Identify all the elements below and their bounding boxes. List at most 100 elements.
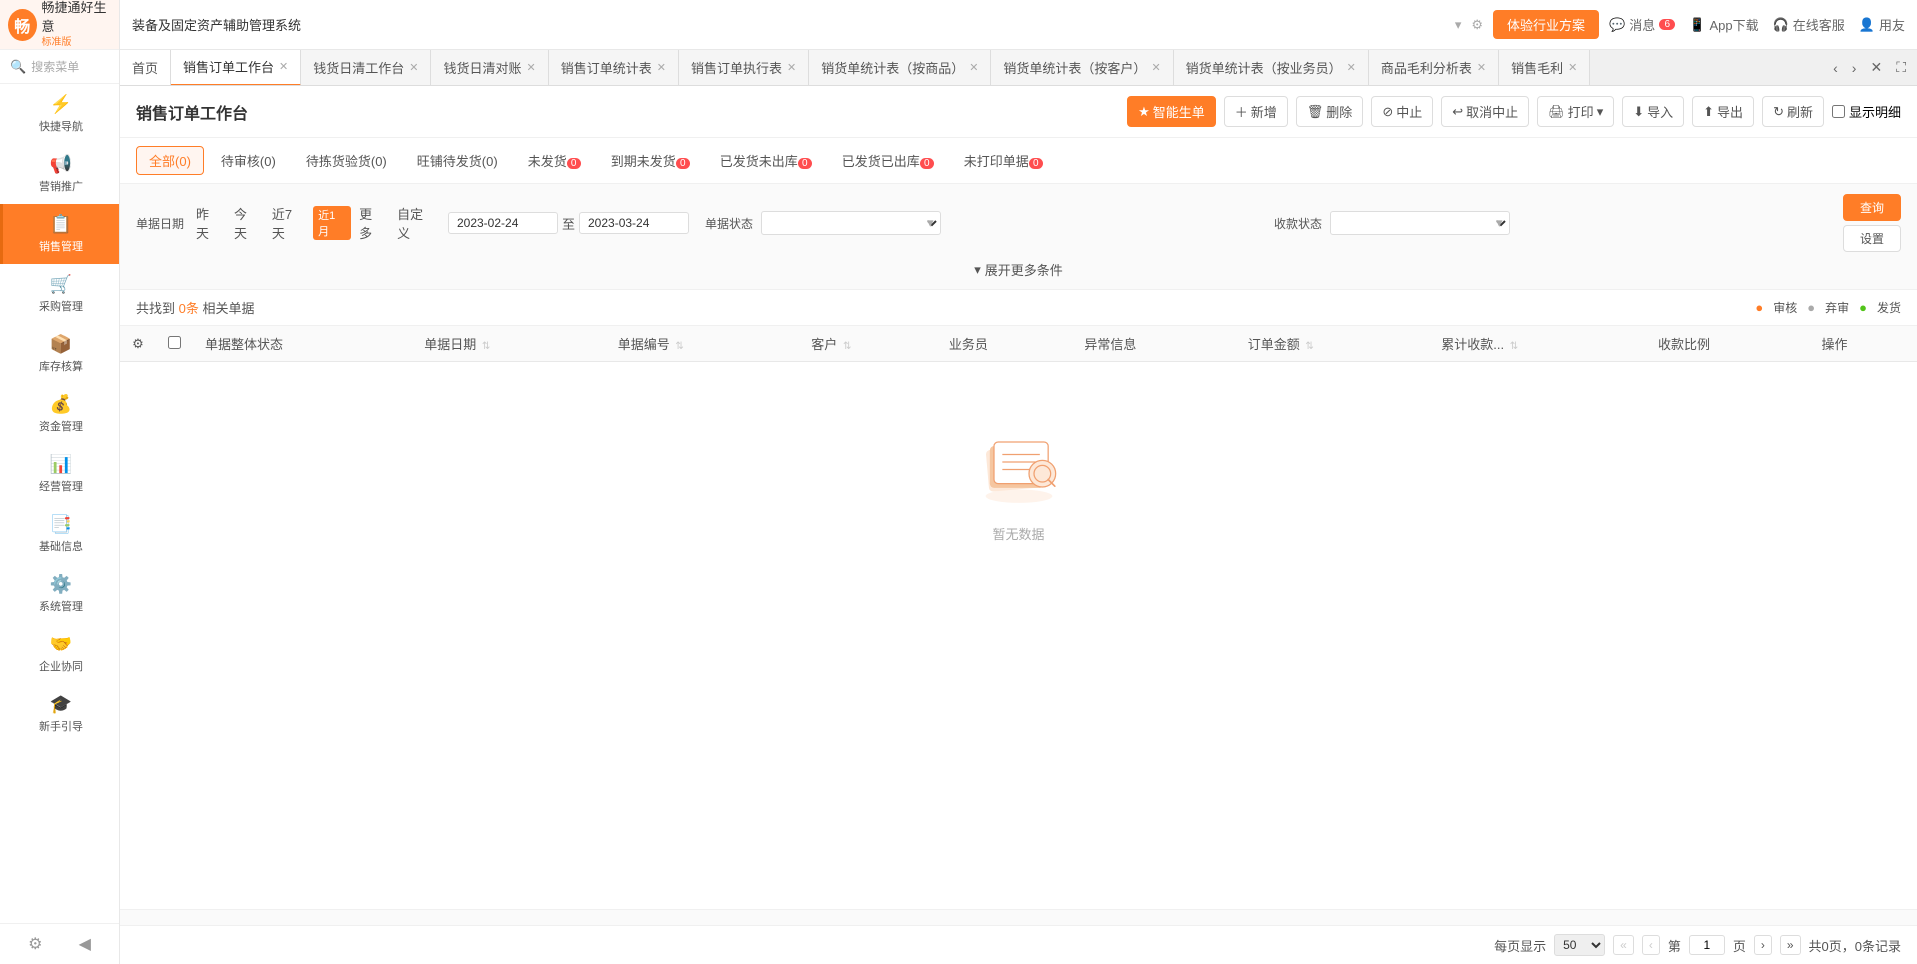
filter-tab-wangpu[interactable]: 旺铺待发货(0) <box>404 146 511 175</box>
yesterday-btn[interactable]: 昨天 <box>192 202 226 244</box>
filter-tab-overdue[interactable]: 到期未发货0 <box>598 146 703 175</box>
col-collected[interactable]: 累计收款... ⇅ <box>1429 326 1646 362</box>
col-amount[interactable]: 订单金额 ⇅ <box>1236 326 1430 362</box>
add-button[interactable]: ＋ 新增 <box>1224 96 1288 127</box>
last7-btn[interactable]: 近7天 <box>268 202 309 244</box>
tab-cash-reconcile[interactable]: 钱货日清对账 ✕ <box>431 50 548 86</box>
sidebar-item-operations[interactable]: 📊 经营管理 <box>0 444 119 504</box>
sidebar-item-marketing[interactable]: 📢 营销推广 <box>0 144 119 204</box>
tab-sales-workbench[interactable]: 销售订单工作台 ✕ <box>171 50 301 86</box>
app-download-action[interactable]: 📱 App下载 <box>1689 15 1758 34</box>
filter-tab-pending-inspection[interactable]: 待拣货验货(0) <box>293 146 400 175</box>
last-page-btn[interactable]: » <box>1780 935 1801 955</box>
tab-close-sales-stats[interactable]: ✕ <box>657 61 666 74</box>
tab-sales-stats[interactable]: 销售订单统计表 ✕ <box>549 50 679 86</box>
custom-date-btn[interactable]: 自定义 <box>393 202 440 244</box>
show-detail-checkbox[interactable] <box>1832 105 1845 118</box>
customer-sort-icon[interactable]: ⇅ <box>843 341 851 352</box>
collapse-btn[interactable]: ◀ <box>79 934 91 954</box>
payment-select[interactable] <box>1330 211 1510 235</box>
filter-tab-not-shipped[interactable]: 未发货0 <box>515 146 594 175</box>
tab-sales-summary-staff[interactable]: 销货单统计表（按业务员） ✕ <box>1174 50 1369 86</box>
tab-next-btn[interactable]: › <box>1847 58 1862 78</box>
user-action[interactable]: 👤 用友 <box>1859 15 1905 34</box>
col-number[interactable]: 单据编号 ⇅ <box>606 326 800 362</box>
filter-tab-all[interactable]: 全部(0) <box>136 146 204 175</box>
tab-sales-summary-customer[interactable]: 销货单统计表（按客户） ✕ <box>991 50 1173 86</box>
sidebar-item-purchase[interactable]: 🛒 采购管理 <box>0 264 119 324</box>
tab-close-all-btn[interactable]: ✕ <box>1865 57 1887 78</box>
col-date[interactable]: 单据日期 ⇅ <box>412 326 606 362</box>
refresh-button[interactable]: ↻ 刷新 <box>1762 96 1824 127</box>
amount-sort-icon[interactable]: ⇅ <box>1305 341 1313 352</box>
topbar-settings-icon[interactable]: ⚙ <box>1471 17 1483 33</box>
tab-close-sales-exec[interactable]: ✕ <box>787 61 796 74</box>
settings-bottom-btn[interactable]: ⚙ <box>28 934 42 954</box>
first-page-btn[interactable]: « <box>1613 935 1634 955</box>
stop-button[interactable]: ⊘ 中止 <box>1371 96 1433 127</box>
delete-button[interactable]: 🗑 删除 <box>1296 96 1364 127</box>
page-input[interactable] <box>1689 935 1725 955</box>
tab-prev-btn[interactable]: ‹ <box>1828 58 1843 78</box>
horizontal-scroll[interactable] <box>120 909 1917 925</box>
next-page-btn[interactable]: › <box>1754 935 1772 955</box>
filter-tab-pending-review[interactable]: 待审核(0) <box>208 146 289 175</box>
topbar-dropdown-icon[interactable]: ▾ <box>1455 17 1462 33</box>
query-button[interactable]: 查询 <box>1843 194 1901 221</box>
tab-close-summary-customer[interactable]: ✕ <box>1151 61 1160 74</box>
sidebar-item-guide[interactable]: 🎓 新手引导 <box>0 684 119 744</box>
col-checkbox[interactable] <box>156 326 193 362</box>
tab-home[interactable]: 首页 <box>120 50 171 86</box>
tab-close-sales-profit[interactable]: ✕ <box>1568 61 1577 74</box>
filter-tab-shipped-not-out[interactable]: 已发货未出库0 <box>707 146 825 175</box>
tab-close-cash-reconcile[interactable]: ✕ <box>527 61 536 74</box>
tab-close-cash-daily[interactable]: ✕ <box>409 61 418 74</box>
sidebar-item-sales[interactable]: 📋 销售管理 <box>0 204 119 264</box>
filter-tab-shipped-out[interactable]: 已发货已出库0 <box>829 146 947 175</box>
sidebar-search[interactable]: 🔍 搜索菜单 <box>0 50 119 84</box>
sidebar-item-quick-nav[interactable]: ⚡ 快捷导航 <box>0 84 119 144</box>
sidebar-item-system[interactable]: ⚙️ 系统管理 <box>0 564 119 624</box>
number-sort-icon[interactable]: ⇅ <box>675 341 683 352</box>
settings-button[interactable]: 设置 <box>1843 225 1901 252</box>
sidebar-item-finance[interactable]: 💰 资金管理 <box>0 384 119 444</box>
more-date-btn[interactable]: 更多 <box>355 202 389 244</box>
sidebar-item-inventory[interactable]: 📦 库存核算 <box>0 324 119 384</box>
expand-conditions-btn[interactable]: ▾ 展开更多条件 <box>974 260 1063 279</box>
export-button[interactable]: ⬆ 导出 <box>1692 96 1754 127</box>
batch-review-btn[interactable]: 审核 <box>1773 299 1797 316</box>
message-action[interactable]: 💬 消息 6 <box>1609 15 1675 34</box>
tab-sales-exec[interactable]: 销售订单执行表 ✕ <box>679 50 809 86</box>
print-button[interactable]: 🖨 打印 ▾ <box>1537 96 1614 127</box>
tab-fullscreen-btn[interactable]: ⛶ <box>1891 57 1911 78</box>
date-sort-icon[interactable]: ⇅ <box>482 341 490 352</box>
sidebar-item-enterprise[interactable]: 🤝 企业协同 <box>0 624 119 684</box>
tab-close-summary-product[interactable]: ✕ <box>969 61 978 74</box>
filter-tab-not-printed[interactable]: 未打印单据0 <box>951 146 1056 175</box>
last-month-btn[interactable]: 近1月 <box>313 206 351 240</box>
smart-create-button[interactable]: ★ 智能生单 <box>1127 96 1216 127</box>
show-detail-checkbox-wrapper[interactable]: 显示明细 <box>1832 102 1901 121</box>
trial-button[interactable]: 体验行业方案 <box>1493 10 1599 39</box>
tab-sales-profit[interactable]: 销售毛利 ✕ <box>1499 50 1590 86</box>
settings-icon[interactable]: ⚙ <box>132 336 144 351</box>
today-btn[interactable]: 今天 <box>230 202 264 244</box>
batch-cancel-btn[interactable]: 弃审 <box>1825 299 1849 316</box>
tab-product-margin[interactable]: 商品毛利分析表 ✕ <box>1369 50 1499 86</box>
select-all-checkbox[interactable] <box>168 336 181 349</box>
sidebar-item-basic-info[interactable]: 📑 基础信息 <box>0 504 119 564</box>
tab-cash-daily[interactable]: 钱货日清工作台 ✕ <box>301 50 431 86</box>
tab-close-sales-workbench[interactable]: ✕ <box>279 60 288 73</box>
collected-sort-icon[interactable]: ⇅ <box>1510 341 1518 352</box>
tab-sales-summary-product[interactable]: 销货单统计表（按商品） ✕ <box>809 50 991 86</box>
date-to-input[interactable] <box>579 212 689 234</box>
service-action[interactable]: 🎧 在线客服 <box>1773 15 1845 34</box>
page-size-select[interactable]: 50 10 20 100 <box>1554 934 1605 956</box>
tab-close-product-margin[interactable]: ✕ <box>1477 61 1486 74</box>
prev-page-btn[interactable]: ‹ <box>1642 935 1660 955</box>
batch-ship-btn[interactable]: 发货 <box>1877 299 1901 316</box>
col-customer[interactable]: 客户 ⇅ <box>799 326 937 362</box>
cancel-stop-button[interactable]: ↩ 取消中止 <box>1441 96 1529 127</box>
status-select[interactable] <box>761 211 941 235</box>
tab-close-summary-staff[interactable]: ✕ <box>1347 61 1356 74</box>
